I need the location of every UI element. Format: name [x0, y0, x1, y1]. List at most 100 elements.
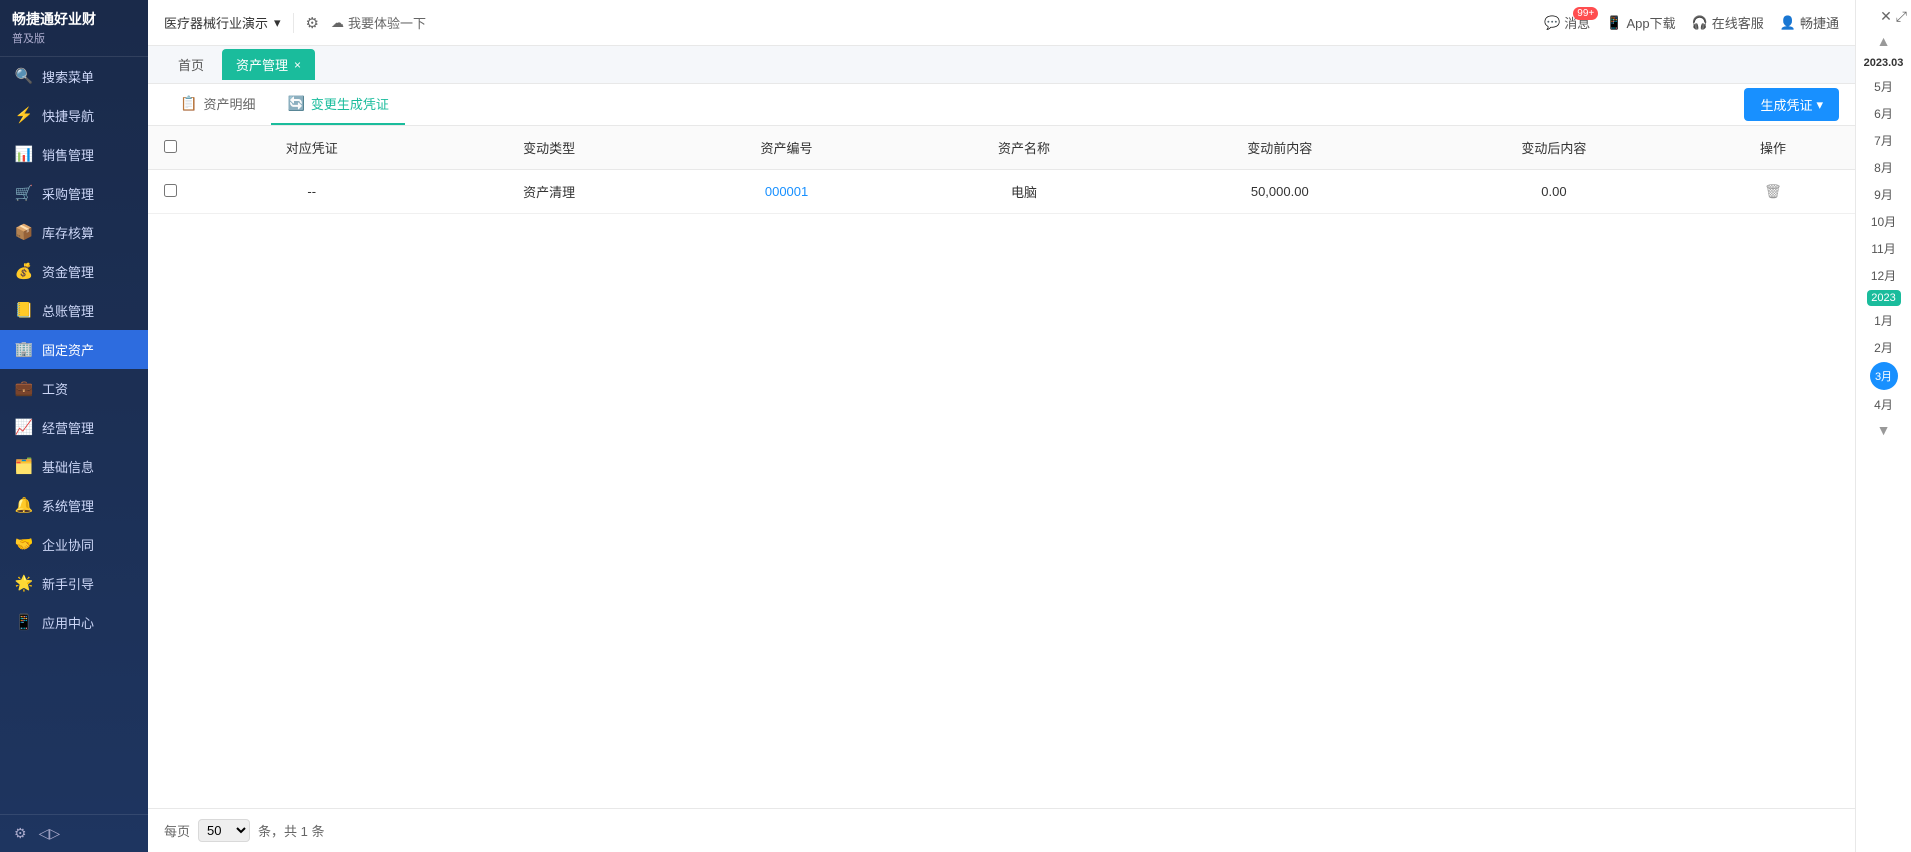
- panel-month[interactable]: 11月: [1856, 235, 1911, 262]
- panel-down-icon[interactable]: ▼: [1873, 418, 1895, 442]
- panel-month[interactable]: 4月: [1856, 391, 1911, 418]
- col-action: 操作: [1691, 126, 1855, 170]
- user-icon: 👤: [1780, 15, 1796, 31]
- col-asset-code: 资产编号: [668, 126, 905, 170]
- topbar-divider: [293, 13, 294, 33]
- sidebar-item-system[interactable]: 🔔 系统管理: [0, 486, 148, 525]
- sidebar: 畅捷通好业财 普及版 🔍 搜索菜单 ⚡ 快捷导航 📊 销售管理 🛒 采购管理 📦…: [0, 0, 148, 852]
- app-download-btn[interactable]: 📱 App下载: [1606, 13, 1675, 32]
- sidebar-item-funds[interactable]: 💰 资金管理: [0, 252, 148, 291]
- basic-info-label: 基础信息: [42, 457, 94, 476]
- panel-current-month[interactable]: 3月: [1870, 362, 1898, 390]
- col-change-type: 变动类型: [430, 126, 667, 170]
- generate-voucher-button[interactable]: 生成凭证 ▾: [1744, 88, 1839, 121]
- tabbar: 首页 资产管理 ×: [148, 46, 1855, 84]
- guide-label: 新手引导: [42, 574, 94, 593]
- panel-header: ✕ ⤢: [1856, 4, 1911, 29]
- tab-asset-label: 资产管理: [236, 55, 288, 74]
- content-area: 📋 资产明细 🔄 变更生成凭证 生成凭证 ▾ 对应凭证: [148, 84, 1855, 852]
- row-checkbox-cell: [148, 170, 193, 214]
- panel-month[interactable]: 12月: [1856, 262, 1911, 289]
- panel-year-label: 2023.03: [1856, 53, 1911, 73]
- user-btn[interactable]: 👤 畅捷通: [1780, 13, 1839, 32]
- online-service-btn[interactable]: 🎧 在线客服: [1692, 13, 1764, 32]
- panel-months: 5月6月7月8月9月10月11月12月20231月2月3月4月: [1856, 73, 1911, 418]
- sidebar-item-salary[interactable]: 💼 工资: [0, 369, 148, 408]
- table-wrapper: 对应凭证 变动类型 资产编号 资产名称 变动前内容 变动后内容 操作: [148, 126, 1855, 808]
- main-area: 医疗器械行业演示 ▾ ⚙ ☁ 我要体验一下 💬 消息 99+ 📱 App下载 🎧…: [148, 0, 1855, 852]
- funds-label: 资金管理: [42, 262, 94, 281]
- topbar: 医疗器械行业演示 ▾ ⚙ ☁ 我要体验一下 💬 消息 99+ 📱 App下载 🎧…: [148, 0, 1855, 46]
- panel-month[interactable]: 1月: [1856, 307, 1911, 334]
- fixed-assets-label: 固定资产: [42, 340, 94, 359]
- per-page-select[interactable]: 50 100 200: [198, 819, 250, 842]
- panel-expand-icon[interactable]: ⤢: [1896, 8, 1907, 25]
- col-voucher: 对应凭证: [193, 126, 430, 170]
- delete-icon[interactable]: 🗑: [1764, 183, 1782, 199]
- col-after: 变动后内容: [1417, 126, 1691, 170]
- tab-home-label: 首页: [178, 58, 204, 73]
- collapse-icon[interactable]: ◁▷: [39, 825, 61, 842]
- panel-close-icon[interactable]: ✕: [1880, 8, 1892, 25]
- panel-up-icon[interactable]: ▲: [1873, 29, 1895, 53]
- sidebar-item-sales[interactable]: 📊 销售管理: [0, 135, 148, 174]
- sidebar-item-quick-nav[interactable]: ⚡ 快捷导航: [0, 96, 148, 135]
- sidebar-item-operations[interactable]: 📈 经营管理: [0, 408, 148, 447]
- experience-icon: ☁: [331, 15, 344, 31]
- quick-nav-label: 快捷导航: [42, 106, 94, 125]
- message-icon: 💬: [1544, 15, 1560, 31]
- purchase-label: 采购管理: [42, 184, 94, 203]
- select-all-checkbox[interactable]: [164, 140, 177, 153]
- inventory-icon: 📦: [14, 223, 34, 241]
- system-icon: 🔔: [14, 496, 34, 514]
- sidebar-item-guide[interactable]: 🌟 新手引导: [0, 564, 148, 603]
- table-header-row: 对应凭证 变动类型 资产编号 资产名称 变动前内容 变动后内容 操作: [148, 126, 1855, 170]
- panel-month[interactable]: 5月: [1856, 73, 1911, 100]
- generate-dropdown-icon: ▾: [1816, 97, 1823, 113]
- col-asset-name: 资产名称: [905, 126, 1142, 170]
- asset-table: 对应凭证 变动类型 资产编号 资产名称 变动前内容 变动后内容 操作: [148, 126, 1855, 214]
- experience-btn[interactable]: ☁ 我要体验一下: [331, 13, 426, 32]
- sidebar-item-app-center[interactable]: 📱 应用中心: [0, 603, 148, 642]
- funds-icon: 💰: [14, 262, 34, 280]
- sub-tab-detail-label: 资产明细: [203, 94, 255, 113]
- settings-icon[interactable]: ⚙: [14, 825, 27, 842]
- dropdown-icon: ▾: [274, 15, 281, 31]
- sidebar-item-ledger[interactable]: 📒 总账管理: [0, 291, 148, 330]
- sidebar-item-fixed-assets[interactable]: 🏢 固定资产: [0, 330, 148, 369]
- sidebar-item-purchase[interactable]: 🛒 采购管理: [0, 174, 148, 213]
- sub-tab-asset-detail[interactable]: 📋 资产明细: [164, 84, 271, 125]
- sidebar-item-search-menu[interactable]: 🔍 搜索菜单: [0, 57, 148, 96]
- sub-tabs: 📋 资产明细 🔄 变更生成凭证 生成凭证 ▾: [148, 84, 1855, 126]
- sidebar-item-inventory[interactable]: 📦 库存核算: [0, 213, 148, 252]
- gear-icon[interactable]: ⚙: [306, 14, 319, 32]
- fixed-assets-icon: 🏢: [14, 340, 34, 358]
- panel-month[interactable]: 6月: [1856, 100, 1911, 127]
- row-asset-code: 000001: [668, 170, 905, 214]
- panel-month[interactable]: 8月: [1856, 154, 1911, 181]
- sidebar-item-enterprise[interactable]: 🤝 企业协同: [0, 525, 148, 564]
- total-label: 条，共 1 条: [258, 821, 324, 840]
- experience-label: 我要体验一下: [348, 13, 426, 32]
- search-menu-icon: 🔍: [14, 67, 34, 85]
- app-center-label: 应用中心: [42, 613, 94, 632]
- panel-year-badge[interactable]: 2023: [1867, 290, 1901, 306]
- company-selector[interactable]: 医疗器械行业演示 ▾: [164, 13, 281, 32]
- panel-month[interactable]: 9月: [1856, 181, 1911, 208]
- row-change-type: 资产清理: [430, 170, 667, 214]
- row-checkbox[interactable]: [164, 184, 177, 197]
- tab-home[interactable]: 首页: [164, 49, 218, 80]
- detail-icon: 📋: [180, 95, 197, 112]
- sales-label: 销售管理: [42, 145, 94, 164]
- sidebar-item-basic-info[interactable]: 🗂️ 基础信息: [0, 447, 148, 486]
- tab-close-icon[interactable]: ×: [294, 58, 301, 72]
- sub-tab-change-voucher[interactable]: 🔄 变更生成凭证: [271, 84, 404, 125]
- panel-month[interactable]: 2月: [1856, 334, 1911, 361]
- select-all-header: [148, 126, 193, 170]
- inventory-label: 库存核算: [42, 223, 94, 242]
- tab-asset-mgmt[interactable]: 资产管理 ×: [222, 49, 315, 80]
- panel-month[interactable]: 7月: [1856, 127, 1911, 154]
- panel-month[interactable]: 10月: [1856, 208, 1911, 235]
- app-download-label: App下载: [1626, 13, 1675, 32]
- message-btn[interactable]: 💬 消息 99+: [1544, 13, 1590, 32]
